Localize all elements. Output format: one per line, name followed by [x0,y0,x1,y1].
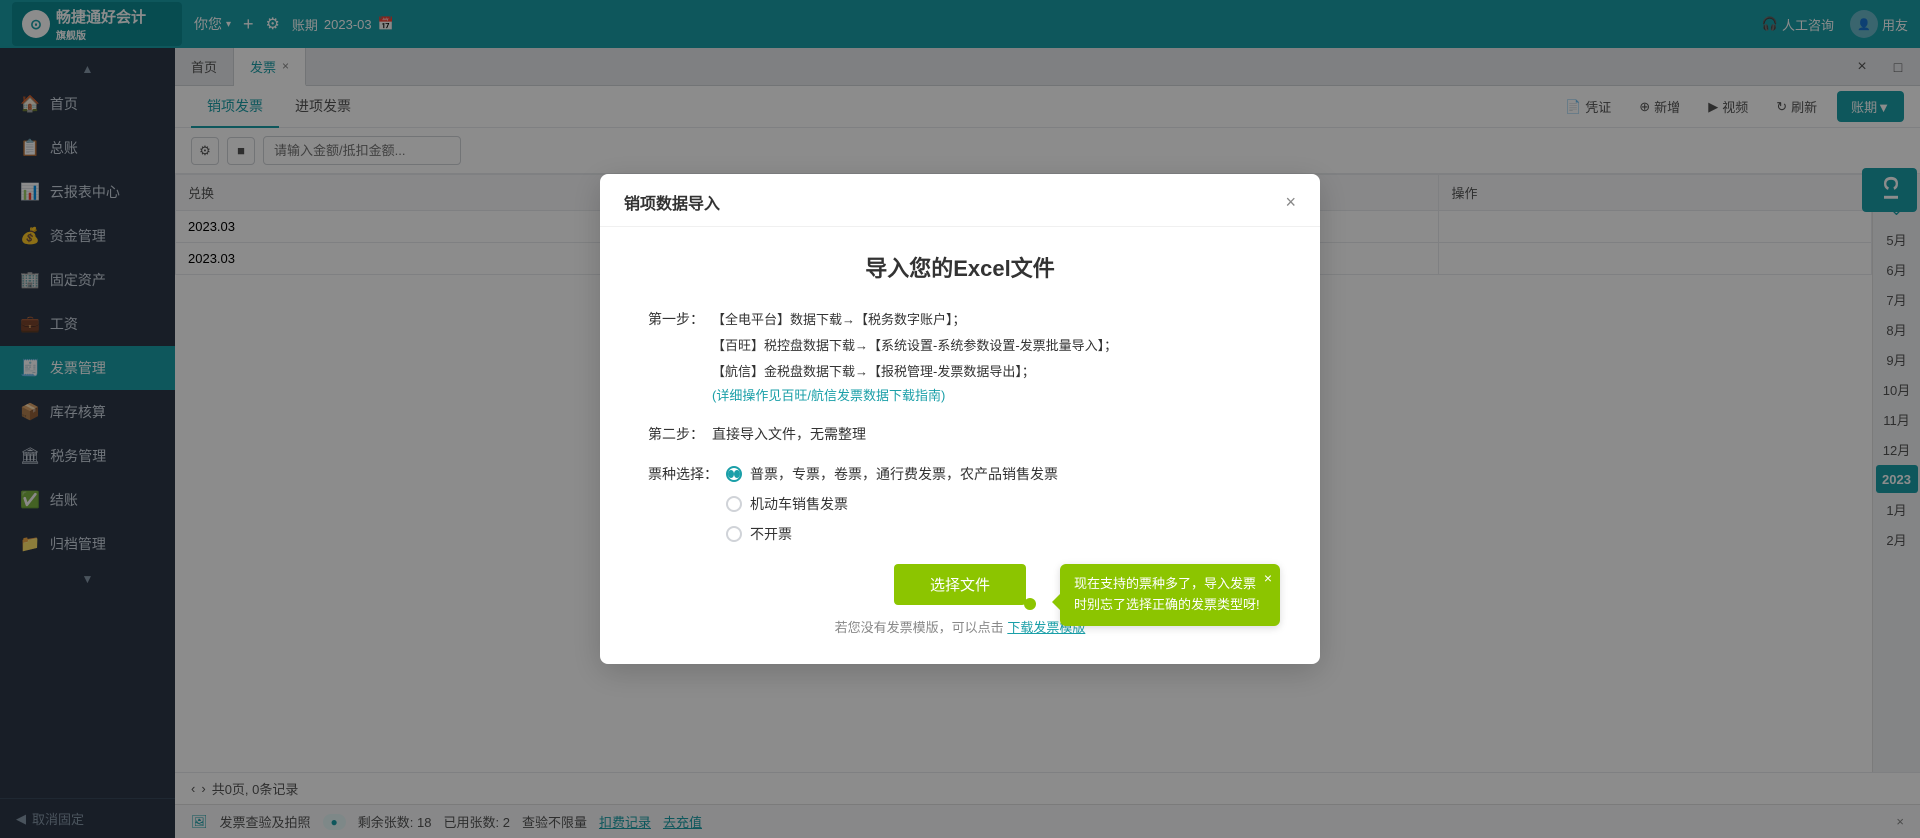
radio-motor [726,496,742,512]
dialog-header: 销项数据导入 × [600,174,1320,227]
import-dialog: 销项数据导入 × 导入您的Excel文件 第一步： 【全电平台】数据下载→【税务… [600,174,1320,664]
ticket-option-normal-label: 普票，专票，卷票，通行费发票，农产品销售发票 [750,464,1058,484]
tooltip-connector-dot [1024,598,1036,610]
step1-line-1: 【全电平台】数据下载→【税务数字账户】； [712,307,1117,333]
ticket-option-motor-label: 机动车销售发票 [750,494,848,514]
step1-guide-link[interactable]: (详细操作见百旺/航信发票数据下载指南) [712,388,945,403]
tooltip-bubble: × 现在支持的票种多了，导入发票时别忘了选择正确的发票类型呀! [1060,564,1280,626]
ticket-option-normal[interactable]: 普票，专票，卷票，通行费发票，农产品销售发票 [726,464,1058,484]
step2-label: 第二步： [648,424,704,444]
step2-content: 直接导入文件，无需整理 [712,424,866,444]
ticket-option-none[interactable]: 不开票 [726,524,1058,544]
radio-none [726,526,742,542]
step-1-section: 第一步： 【全电平台】数据下载→【税务数字账户】； 【百旺】税控盘数据下载→【系… [648,307,1272,404]
step1-line-2: 【百旺】税控盘数据下载→【系统设置-系统参数设置-发票批量导入】； [712,333,1117,359]
ticket-label: 票种选择： [648,464,718,484]
download-hint-text: 若您没有发票模版，可以点击 [835,620,1004,635]
select-file-button[interactable]: 选择文件 [894,564,1026,605]
step1-line-3: 【航信】金税盘数据下载→【报税管理-发票数据导出】； [712,359,1117,385]
ticket-selection: 票种选择： 普票，专票，卷票，通行费发票，农产品销售发票 机动车销售 [648,464,1272,544]
dialog-close-button[interactable]: × [1285,192,1296,213]
dialog-big-title: 导入您的Excel文件 [648,251,1272,283]
step-2-section: 第二步： 直接导入文件，无需整理 [648,424,1272,444]
tooltip-text: 现在支持的票种多了，导入发票时别忘了选择正确的发票类型呀! [1074,576,1260,612]
modal-overlay: 销项数据导入 × 导入您的Excel文件 第一步： 【全电平台】数据下载→【税务… [0,0,1920,838]
dialog-title: 销项数据导入 [624,190,720,214]
ticket-option-motor[interactable]: 机动车销售发票 [726,494,1058,514]
step1-label: 第一步： [648,309,704,329]
radio-normal [726,466,742,482]
tooltip-close-button[interactable]: × [1264,570,1272,586]
ticket-option-none-label: 不开票 [750,524,792,544]
